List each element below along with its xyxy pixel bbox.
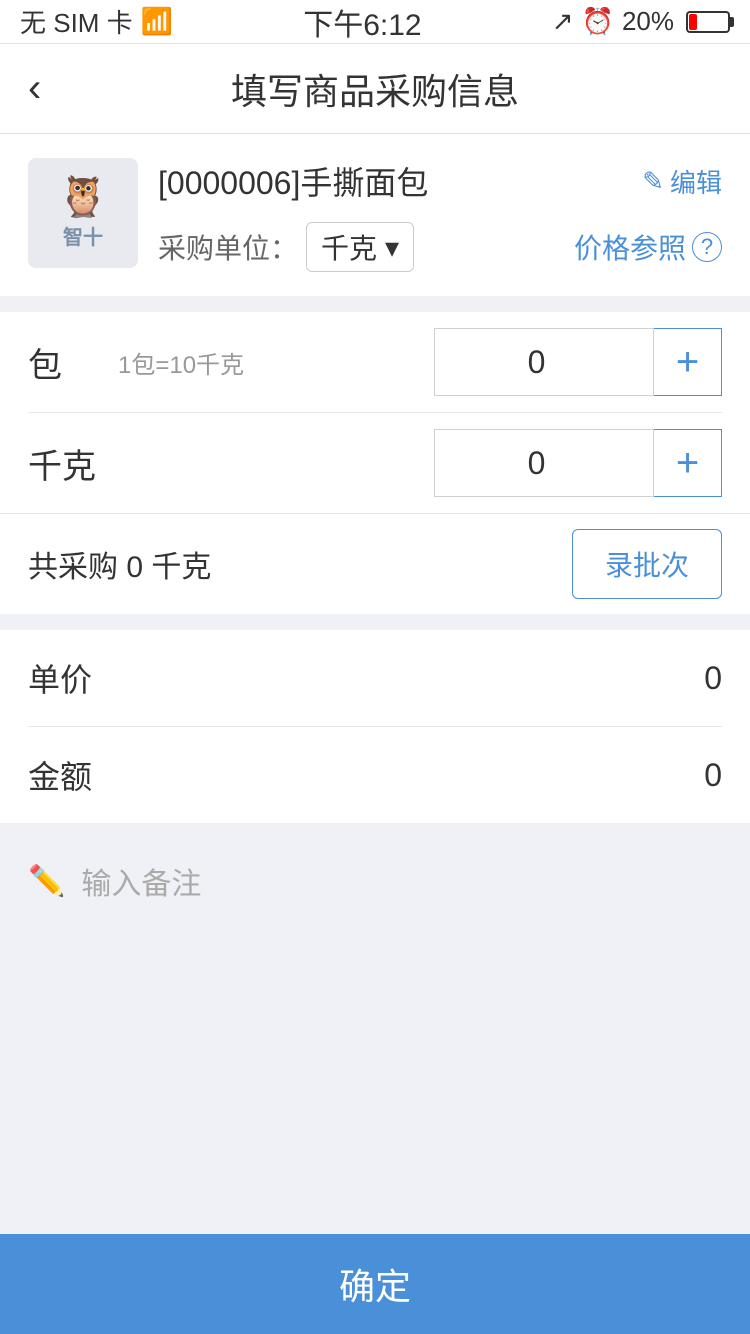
- pack-input-control: +: [434, 328, 722, 396]
- notes-placeholder: 输入备注: [81, 859, 201, 903]
- owl-icon: 🦉: [58, 177, 108, 217]
- unit-price-label: 单价: [28, 655, 92, 701]
- edit-button[interactable]: ✎ 编辑: [642, 163, 722, 200]
- kg-input-row: 千克 +: [0, 413, 750, 513]
- product-image: 🦉 智十: [28, 158, 138, 268]
- product-card: 🦉 智十 [0000006]手撕面包 ✎ 编辑 采购单位： 千克 ▾ 价格参照 …: [0, 134, 750, 304]
- nav-bar: ‹ 填写商品采购信息: [0, 44, 750, 134]
- back-button[interactable]: ‹: [28, 66, 41, 111]
- pack-input-section: 包 1包=10千克 + 千克 +: [0, 312, 750, 513]
- question-icon: ?: [692, 232, 722, 262]
- location-icon: ↗: [552, 6, 574, 37]
- price-amount-section: 单价 0 金额 0: [0, 630, 750, 823]
- pack-plus-button[interactable]: +: [654, 328, 722, 396]
- unit-select[interactable]: 千克 ▾: [306, 222, 414, 272]
- wifi-icon: 📶: [141, 6, 173, 37]
- section-sep-1: [0, 304, 750, 312]
- unit-label: 采购单位：: [158, 227, 298, 267]
- edit-icon: ✎: [642, 166, 664, 197]
- summary-row: 共采购 0 千克 录批次: [28, 514, 722, 614]
- section-sep-2: [0, 614, 750, 622]
- product-name: [0000006]手撕面包: [158, 158, 428, 204]
- pack-quantity-input[interactable]: [434, 328, 654, 396]
- product-logo: 🦉 智十: [58, 177, 108, 250]
- chevron-down-icon: ▾: [385, 231, 399, 264]
- unit-value: 千克: [321, 227, 377, 267]
- notes-section[interactable]: ✏️ 输入备注: [0, 831, 750, 931]
- kg-plus-button[interactable]: +: [654, 429, 722, 497]
- unit-selector-group: 采购单位： 千克 ▾: [158, 222, 414, 272]
- status-time: 下午6:12: [303, 0, 421, 44]
- confirm-label: 确定: [339, 1258, 411, 1310]
- unit-price-row: 单价 0: [0, 630, 750, 726]
- page-title: 填写商品采购信息: [231, 63, 519, 115]
- status-carrier: 无 SIM 卡 📶: [20, 3, 173, 40]
- pack-input-row: 包 1包=10千克 +: [0, 312, 750, 412]
- battery-percent: 20%: [622, 6, 674, 37]
- kg-quantity-input[interactable]: [434, 429, 654, 497]
- summary-section: 共采购 0 千克 录批次: [0, 514, 750, 614]
- product-unit-row: 采购单位： 千克 ▾ 价格参照 ?: [158, 222, 722, 272]
- pencil-icon: ✏️: [28, 864, 65, 899]
- unit-price-value: 0: [704, 660, 722, 697]
- status-right-group: ↗ ⏰ 20%: [552, 6, 730, 37]
- status-bar: 无 SIM 卡 📶 下午6:12 ↗ ⏰ 20%: [0, 0, 750, 44]
- kg-label: 千克: [28, 439, 108, 488]
- battery-icon: [686, 11, 730, 33]
- pack-label: 包: [28, 338, 108, 387]
- summary-text: 共采购 0 千克: [28, 542, 211, 586]
- price-ref-label: 价格参照: [574, 227, 686, 267]
- content-spacer: [0, 931, 750, 1211]
- confirm-button[interactable]: 确定: [0, 1234, 750, 1334]
- product-header: [0000006]手撕面包 ✎ 编辑: [158, 158, 722, 204]
- price-reference-button[interactable]: 价格参照 ?: [574, 227, 722, 267]
- pack-sub-label: 1包=10千克: [118, 345, 434, 380]
- amount-row: 金额 0: [0, 727, 750, 823]
- amount-value: 0: [704, 757, 722, 794]
- edit-label: 编辑: [670, 163, 722, 200]
- alarm-icon: ⏰: [582, 6, 614, 37]
- product-info: [0000006]手撕面包 ✎ 编辑 采购单位： 千克 ▾ 价格参照 ?: [158, 158, 722, 272]
- amount-label: 金额: [28, 752, 92, 798]
- brand-label: 智十: [63, 221, 103, 250]
- kg-input-control: +: [434, 429, 722, 497]
- record-batch-button[interactable]: 录批次: [572, 529, 722, 599]
